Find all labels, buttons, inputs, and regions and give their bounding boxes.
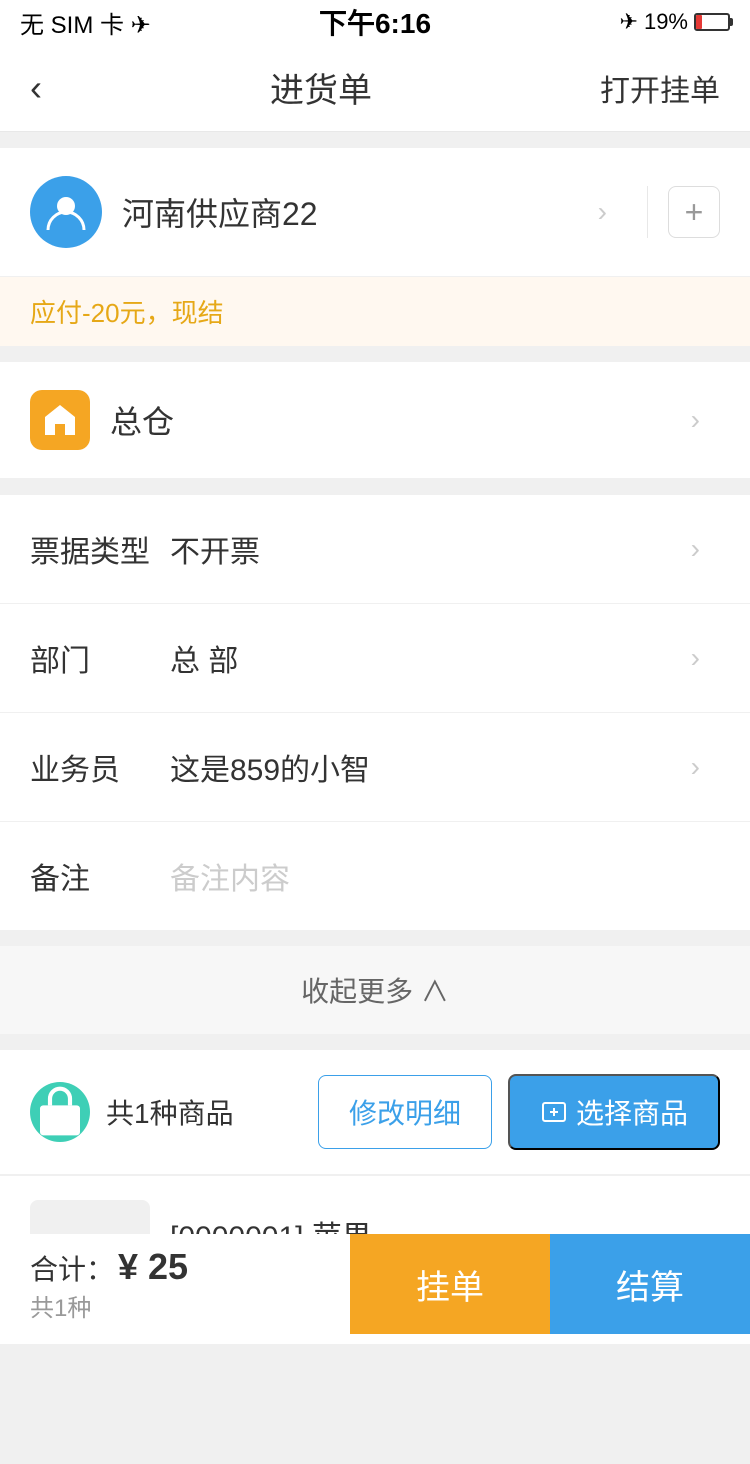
add-button[interactable]: + [668,186,720,238]
page-title: 进货单 [270,63,372,112]
warehouse-icon [30,390,90,450]
total-count: 共1种 [30,1288,320,1323]
ticket-type-value: 不开票 [170,527,691,571]
location-icon: ✈ [620,9,638,35]
notice-bar: 应付-20元，现结 [0,277,750,346]
status-right: ✈ 19% [620,9,730,35]
warehouse-name: 总仓 [110,397,691,443]
dept-label: 部门 [30,636,170,680]
nav-bar: ‹ 进货单 打开挂单 [0,44,750,132]
supplier-chevron-icon: › [598,196,607,228]
ticket-type-row[interactable]: 票据类型 不开票 › [0,494,750,603]
warehouse-row[interactable]: 总仓 › [0,362,750,478]
status-time: 下午6:16 [319,2,431,42]
collapse-label: 收起更多 ∧ [301,976,449,1007]
sales-row[interactable]: 业务员 这是859的小智 › [0,712,750,821]
status-bar: 无 SIM 卡 ✈ 下午6:16 ✈ 19% [0,0,750,44]
remark-row[interactable]: 备注 备注内容 [0,821,750,930]
checkout-label: 结算 [616,1260,684,1309]
checkout-button[interactable]: 结算 [550,1234,750,1334]
hang-label: 挂单 [416,1260,484,1309]
footer-total: 合计： ¥ 25 共1种 [0,1234,350,1334]
ticket-type-label: 票据类型 [30,527,170,571]
sales-label: 业务员 [30,745,170,789]
form-card: 票据类型 不开票 › 部门 总 部 › 业务员 这是859的小智 › 备注 备注… [0,494,750,930]
select-product-label: 选择商品 [576,1092,688,1132]
supplier-name: 河南供应商22 [122,189,598,235]
open-hang-button[interactable]: 打开挂单 [600,66,720,110]
total-amount: ¥ 25 [118,1246,188,1288]
dept-value: 总 部 [170,636,691,680]
supplier-avatar [30,176,102,248]
collapse-button[interactable]: 收起更多 ∧ [0,946,750,1034]
back-button[interactable]: ‹ [30,67,42,109]
divider [647,186,648,238]
battery-level: 19% [644,9,688,35]
dept-chevron-icon: › [691,642,700,674]
dept-row[interactable]: 部门 总 部 › [0,603,750,712]
product-header: 共1种商品 修改明细 选择商品 [0,1050,750,1174]
battery-icon [694,13,730,31]
supplier-card: 河南供应商22 › + 应付-20元，现结 [0,148,750,346]
ticket-chevron-icon: › [691,533,700,565]
select-product-button[interactable]: 选择商品 [508,1074,720,1150]
footer: 合计： ¥ 25 共1种 挂单 结算 [0,1234,750,1334]
warehouse-chevron-icon: › [691,404,700,436]
remark-label: 备注 [30,854,170,898]
hang-button[interactable]: 挂单 [350,1234,550,1334]
sales-chevron-icon: › [691,751,700,783]
supplier-row[interactable]: 河南供应商22 › + [0,148,750,277]
sales-value: 这是859的小智 [170,745,691,789]
product-icon [30,1082,90,1142]
edit-detail-button[interactable]: 修改明细 [318,1075,492,1149]
warehouse-card[interactable]: 总仓 › [0,362,750,478]
sim-status: 无 SIM 卡 ✈ [20,5,151,40]
total-label: 合计： [30,1248,114,1288]
product-count: 共1种商品 [106,1092,302,1132]
status-left: 无 SIM 卡 ✈ [20,5,151,40]
remark-placeholder: 备注内容 [170,854,720,898]
